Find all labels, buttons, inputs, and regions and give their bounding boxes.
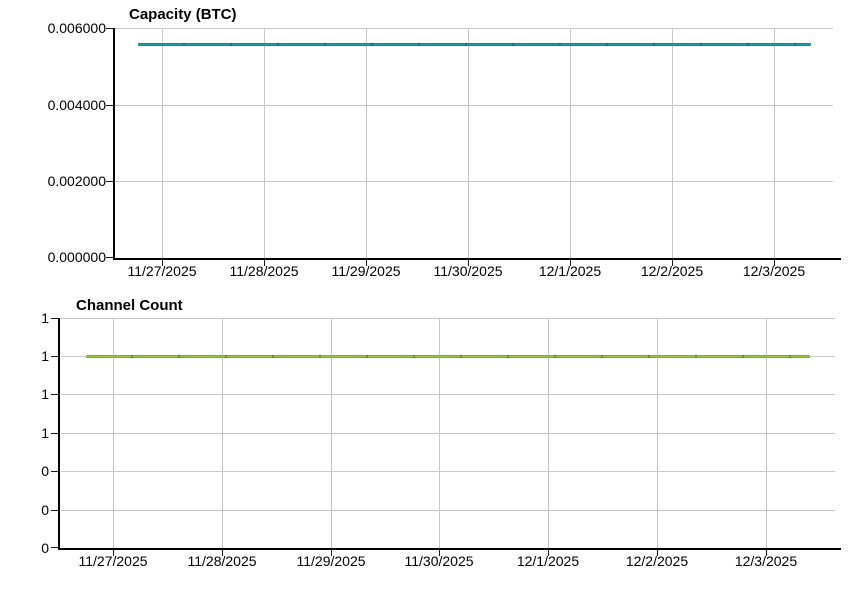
- y-axis-line: [58, 318, 60, 550]
- y-tick-label: 0: [41, 540, 49, 556]
- x-axis-line: [58, 548, 841, 550]
- x-tick-label: 11/27/2025: [78, 553, 148, 569]
- x-tick-label: 11/28/2025: [187, 553, 257, 569]
- y-tick-label: 1: [41, 348, 49, 364]
- x-tick-label: 11/29/2025: [331, 263, 401, 279]
- x-tick-label: 12/2/2025: [640, 263, 704, 279]
- gridline-horizontal: [61, 433, 835, 434]
- y-tick-mark: [51, 433, 58, 434]
- gridline-vertical: [162, 28, 163, 258]
- gridline-horizontal: [61, 471, 835, 472]
- y-tick-label: 1: [41, 386, 49, 402]
- y-tick-mark: [106, 257, 113, 258]
- channel-count-series-line: [86, 355, 810, 358]
- gridline-vertical: [113, 318, 114, 548]
- y-tick-mark: [51, 394, 58, 395]
- y-tick-mark: [106, 105, 113, 106]
- gridline-vertical: [548, 318, 549, 548]
- gridline-horizontal: [61, 510, 835, 511]
- gridline-horizontal: [61, 318, 835, 319]
- gridline-vertical: [264, 28, 265, 258]
- capacity-series-line: [138, 43, 811, 46]
- x-tick-label: 11/30/2025: [433, 263, 503, 279]
- y-tick-label: 1: [41, 425, 49, 441]
- gridline-vertical: [766, 318, 767, 548]
- x-tick-label: 11/29/2025: [296, 553, 366, 569]
- y-tick-label: 0.006000: [47, 20, 106, 36]
- x-tick-label: 12/3/2025: [734, 553, 798, 569]
- x-axis-line: [113, 258, 841, 260]
- y-tick-mark: [51, 318, 58, 319]
- y-axis-line: [113, 28, 115, 260]
- y-tick-mark: [106, 181, 113, 182]
- gridline-vertical: [366, 28, 367, 258]
- x-tick-label: 11/30/2025: [404, 553, 474, 569]
- gridline-horizontal: [61, 394, 835, 395]
- y-tick-label: 0.004000: [47, 97, 106, 113]
- x-tick-label: 11/27/2025: [127, 263, 197, 279]
- y-tick-mark: [51, 471, 58, 472]
- x-tick-label: 12/3/2025: [742, 263, 806, 279]
- channel-count-chart-title: Channel Count: [76, 297, 183, 314]
- gridline-vertical: [570, 28, 571, 258]
- x-tick-label: 11/28/2025: [229, 263, 299, 279]
- node-stats-charts: Capacity (BTC) 0.006000 0.004000 0.00200…: [0, 0, 860, 600]
- gridline-vertical: [222, 318, 223, 548]
- gridline-vertical: [774, 28, 775, 258]
- gridline-vertical: [468, 28, 469, 258]
- y-tick-label: 0: [41, 502, 49, 518]
- gridline-vertical: [439, 318, 440, 548]
- gridline-vertical: [657, 318, 658, 548]
- gridline-horizontal: [115, 105, 833, 106]
- gridline-horizontal: [115, 181, 833, 182]
- x-tick-label: 12/2/2025: [625, 553, 689, 569]
- y-tick-mark: [51, 510, 58, 511]
- gridline-vertical: [672, 28, 673, 258]
- x-tick-label: 12/1/2025: [538, 263, 602, 279]
- y-tick-mark: [51, 547, 58, 548]
- y-tick-label: 0.000000: [47, 249, 106, 265]
- gridline-horizontal: [115, 28, 833, 29]
- gridline-vertical: [331, 318, 332, 548]
- y-tick-label: 0.002000: [47, 173, 106, 189]
- x-tick-label: 12/1/2025: [516, 553, 580, 569]
- capacity-chart-title: Capacity (BTC): [129, 6, 237, 23]
- y-tick-mark: [51, 356, 58, 357]
- y-tick-label: 1: [41, 310, 49, 326]
- y-tick-label: 0: [41, 463, 49, 479]
- y-tick-mark: [106, 28, 113, 29]
